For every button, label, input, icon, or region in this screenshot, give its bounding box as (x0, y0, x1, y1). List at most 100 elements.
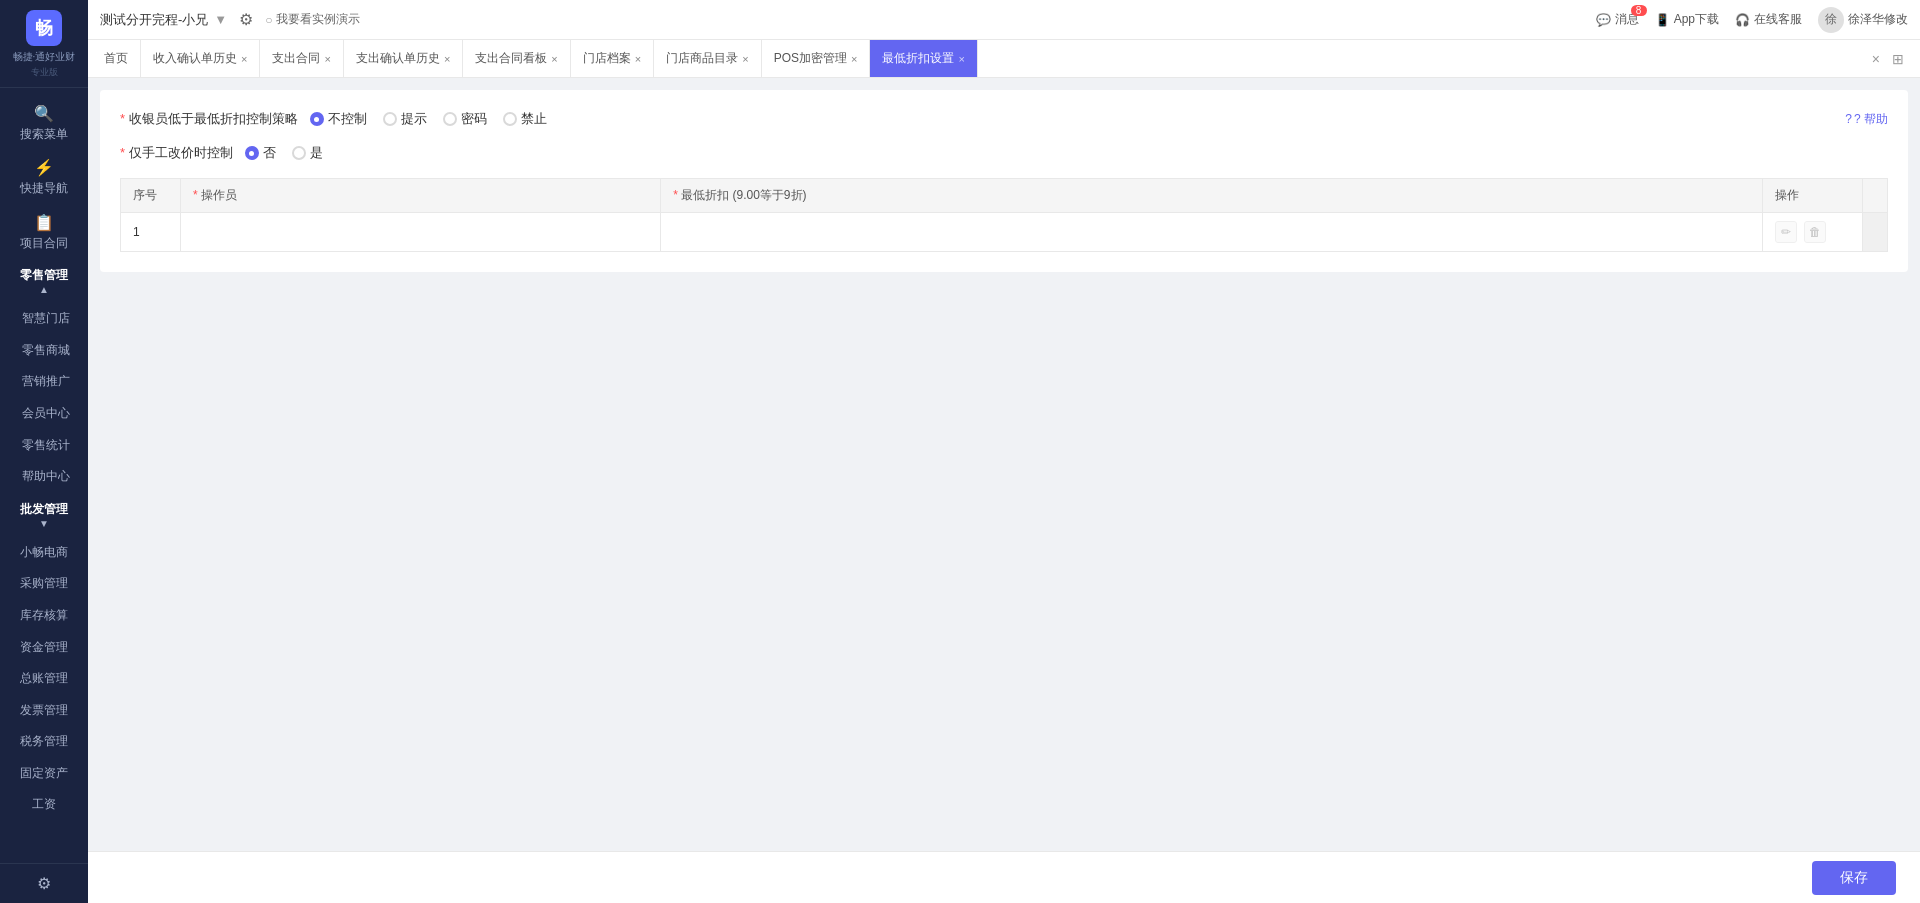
sidebar-item-project[interactable]: 📋 项目合同 (0, 205, 88, 259)
sidebar-item-tax[interactable]: 税务管理 (0, 726, 88, 758)
manual-control-row: * 仅手工改价时控制 否 是 (120, 144, 1888, 162)
demo-link[interactable]: ○ 我要看实例演示 (265, 11, 360, 28)
tab-store-products[interactable]: 门店商品目录 × (654, 40, 761, 78)
sidebar-item-ecom[interactable]: 小畅电商 (0, 537, 88, 569)
tab-close-icon[interactable]: × (851, 53, 857, 65)
option-forbid[interactable]: 禁止 (503, 110, 547, 128)
tab-pos-security[interactable]: POS加密管理 × (762, 40, 871, 78)
radio-no[interactable] (245, 146, 259, 160)
radio-no-control[interactable] (310, 112, 324, 126)
sidebar-item-wholesale[interactable]: 批发管理 ▼ (0, 493, 88, 537)
tab-label: 收入确认单历史 (153, 50, 237, 67)
clipboard-icon: 📋 (34, 213, 54, 234)
cell-seq: 1 (121, 213, 181, 252)
sidebar-item-label: 零售商城 (22, 343, 70, 359)
logo-icon: 畅 (26, 10, 62, 46)
demo-label: 我要看实例演示 (276, 11, 360, 28)
sidebar-item-label: 采购管理 (20, 576, 68, 592)
sidebar-item-purchase[interactable]: 采购管理 (0, 568, 88, 600)
option-no-control[interactable]: 不控制 (310, 110, 367, 128)
sidebar-item-ledger[interactable]: 总账管理 (0, 663, 88, 695)
sidebar-item-fund[interactable]: 资金管理 (0, 632, 88, 664)
sidebar-item-help[interactable]: 帮助中心 (0, 461, 88, 493)
tab-close-icon[interactable]: × (742, 53, 748, 65)
tab-close-icon[interactable]: × (444, 53, 450, 65)
tab-home[interactable]: 首页 (92, 40, 141, 78)
edit-row-button[interactable]: ✏ (1775, 221, 1797, 243)
topbar: 测试分开完程-小兄 ▼ ⚙ ○ 我要看实例演示 💬 消息 8 📱 App下载 🎧… (88, 0, 1920, 40)
message-button[interactable]: 💬 消息 8 (1596, 11, 1639, 28)
radio-prompt[interactable] (383, 112, 397, 126)
option-password[interactable]: 密码 (443, 110, 487, 128)
user-name: 徐泽华修改 (1848, 11, 1908, 28)
option-no[interactable]: 否 (245, 144, 276, 162)
manual-control-options: 否 是 (245, 144, 323, 162)
sidebar-item-label: 总账管理 (20, 671, 68, 687)
delete-row-button[interactable]: 🗑 (1804, 221, 1826, 243)
tab-payment-board[interactable]: 支出合同看板 × (463, 40, 570, 78)
user-menu[interactable]: 徐 徐泽华修改 (1818, 7, 1908, 33)
sidebar-logo: 畅 畅捷·通好业财 专业版 (0, 0, 88, 88)
sidebar-item-inventory[interactable]: 库存核算 (0, 600, 88, 632)
expand-tabs-button[interactable]: ⊞ (1888, 49, 1908, 69)
tab-close-icon[interactable]: × (551, 53, 557, 65)
sidebar-item-label: 会员中心 (22, 406, 70, 422)
sidebar-item-online-shop[interactable]: 零售商城 (0, 335, 88, 367)
required-marker: * (120, 145, 125, 160)
flash-icon: ⚡ (34, 158, 54, 179)
tab-min-discount[interactable]: 最低折扣设置 × (870, 40, 977, 78)
sidebar-item-marketing[interactable]: 营销推广 (0, 366, 88, 398)
app-download-button[interactable]: 📱 App下载 (1655, 11, 1719, 28)
tab-label: POS加密管理 (774, 50, 847, 67)
sidebar-item-search[interactable]: 🔍 搜索菜单 (0, 96, 88, 150)
radio-forbid[interactable] (503, 112, 517, 126)
save-button[interactable]: 保存 (1812, 861, 1896, 895)
tab-label: 支出确认单历史 (356, 50, 440, 67)
sidebar-item-retail-stats[interactable]: 零售统计 (0, 430, 88, 462)
cell-operator (181, 213, 661, 252)
sidebar-item-retail[interactable]: 零售管理 ▲ (0, 259, 88, 303)
tab-store-archive[interactable]: 门店档案 × (571, 40, 654, 78)
sidebar-item-shortcut[interactable]: ⚡ 快捷导航 (0, 150, 88, 204)
customer-service-button[interactable]: 🎧 在线客服 (1735, 11, 1802, 28)
radio-yes[interactable] (292, 146, 306, 160)
required-marker: * (120, 111, 125, 126)
help-link[interactable]: ? ? 帮助 (1845, 111, 1888, 128)
tab-label: 门店档案 (583, 50, 631, 67)
tab-income-confirm[interactable]: 收入确认单历史 × (141, 40, 260, 78)
radio-password[interactable] (443, 112, 457, 126)
manual-control-label: * 仅手工改价时控制 (120, 144, 233, 162)
option-prompt[interactable]: 提示 (383, 110, 427, 128)
sidebar-item-assets[interactable]: 固定资产 (0, 758, 88, 790)
version-label: 专业版 (31, 66, 58, 79)
required-marker: * (193, 188, 198, 202)
tab-payment-confirm[interactable]: 支出确认单历史 × (344, 40, 463, 78)
sidebar-item-invoice[interactable]: 发票管理 (0, 695, 88, 727)
tab-payment-contract[interactable]: 支出合同 × (260, 40, 343, 78)
project-selector[interactable]: 测试分开完程-小兄 ▼ (100, 11, 227, 29)
chevron-up-icon: ▲ (39, 284, 49, 295)
settings-icon[interactable]: ⚙ (37, 874, 51, 893)
page-content: * 收银员低于最低折扣控制策略 不控制 提示 密码 (88, 78, 1920, 851)
sidebar-item-label: 帮助中心 (22, 469, 70, 485)
tab-close-icon[interactable]: × (635, 53, 641, 65)
cashier-control-row: * 收银员低于最低折扣控制策略 不控制 提示 密码 (120, 110, 1888, 128)
topbar-settings-button[interactable]: ⚙ (239, 10, 253, 29)
message-badge: 8 (1631, 5, 1647, 16)
cell-min-discount (661, 213, 1763, 252)
sidebar-item-member[interactable]: 会员中心 (0, 398, 88, 430)
option-yes[interactable]: 是 (292, 144, 323, 162)
search-icon: 🔍 (34, 104, 54, 125)
sidebar-item-payroll[interactable]: 工资 (0, 789, 88, 821)
sidebar-item-label: 资金管理 (20, 640, 68, 656)
tab-close-icon[interactable]: × (958, 53, 964, 65)
col-scrollbar (1863, 179, 1888, 213)
download-icon: 📱 (1655, 13, 1670, 27)
close-all-tabs-button[interactable]: × (1868, 49, 1884, 69)
tab-close-icon[interactable]: × (324, 53, 330, 65)
sidebar-item-label: 快捷导航 (20, 181, 68, 197)
sidebar-item-label: 税务管理 (20, 734, 68, 750)
tab-close-icon[interactable]: × (241, 53, 247, 65)
sidebar-item-smart-shop[interactable]: 智慧门店 (0, 303, 88, 335)
retail-label: 零售管理 (20, 267, 68, 284)
